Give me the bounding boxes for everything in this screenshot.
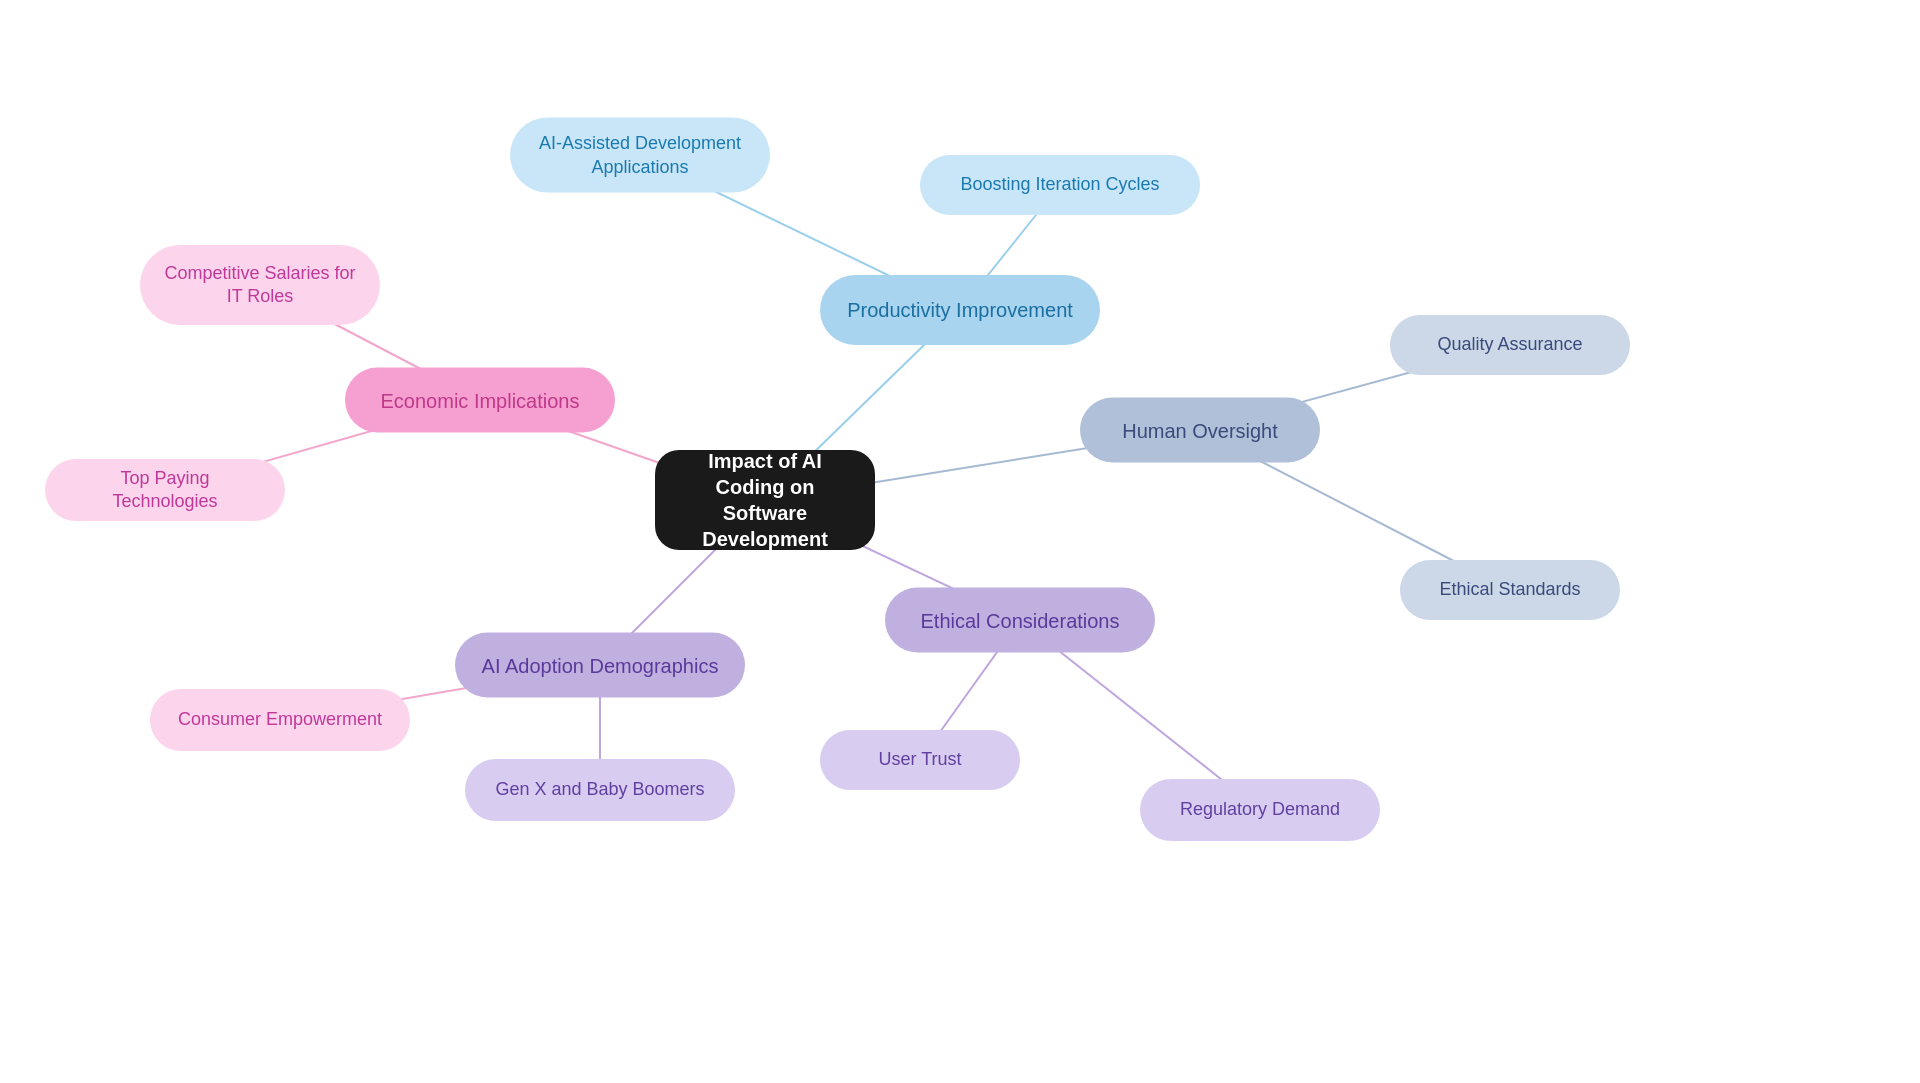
node-competitive[interactable]: Competitive Salaries for IT Roles — [140, 245, 380, 325]
node-center[interactable]: Impact of AI Coding on Software Developm… — [655, 450, 875, 550]
node-regulatory[interactable]: Regulatory Demand — [1140, 779, 1380, 841]
mindmap-container: Impact of AI Coding on Software Developm… — [0, 0, 1920, 1083]
node-ethical-considerations[interactable]: Ethical Considerations — [885, 588, 1155, 653]
node-user-trust[interactable]: User Trust — [820, 730, 1020, 790]
node-genx[interactable]: Gen X and Baby Boomers — [465, 759, 735, 821]
node-economic[interactable]: Economic Implications — [345, 368, 615, 433]
node-ai-adoption[interactable]: AI Adoption Demographics — [455, 633, 745, 698]
node-boosting[interactable]: Boosting Iteration Cycles — [920, 155, 1200, 215]
node-ethical-standards[interactable]: Ethical Standards — [1400, 560, 1620, 620]
node-human-oversight[interactable]: Human Oversight — [1080, 398, 1320, 463]
node-productivity[interactable]: Productivity Improvement — [820, 275, 1100, 345]
node-consumer[interactable]: Consumer Empowerment — [150, 689, 410, 751]
node-quality[interactable]: Quality Assurance — [1390, 315, 1630, 375]
node-top-paying[interactable]: Top Paying Technologies — [45, 459, 285, 521]
node-ai-assisted[interactable]: AI-Assisted Development Applications — [510, 118, 770, 193]
